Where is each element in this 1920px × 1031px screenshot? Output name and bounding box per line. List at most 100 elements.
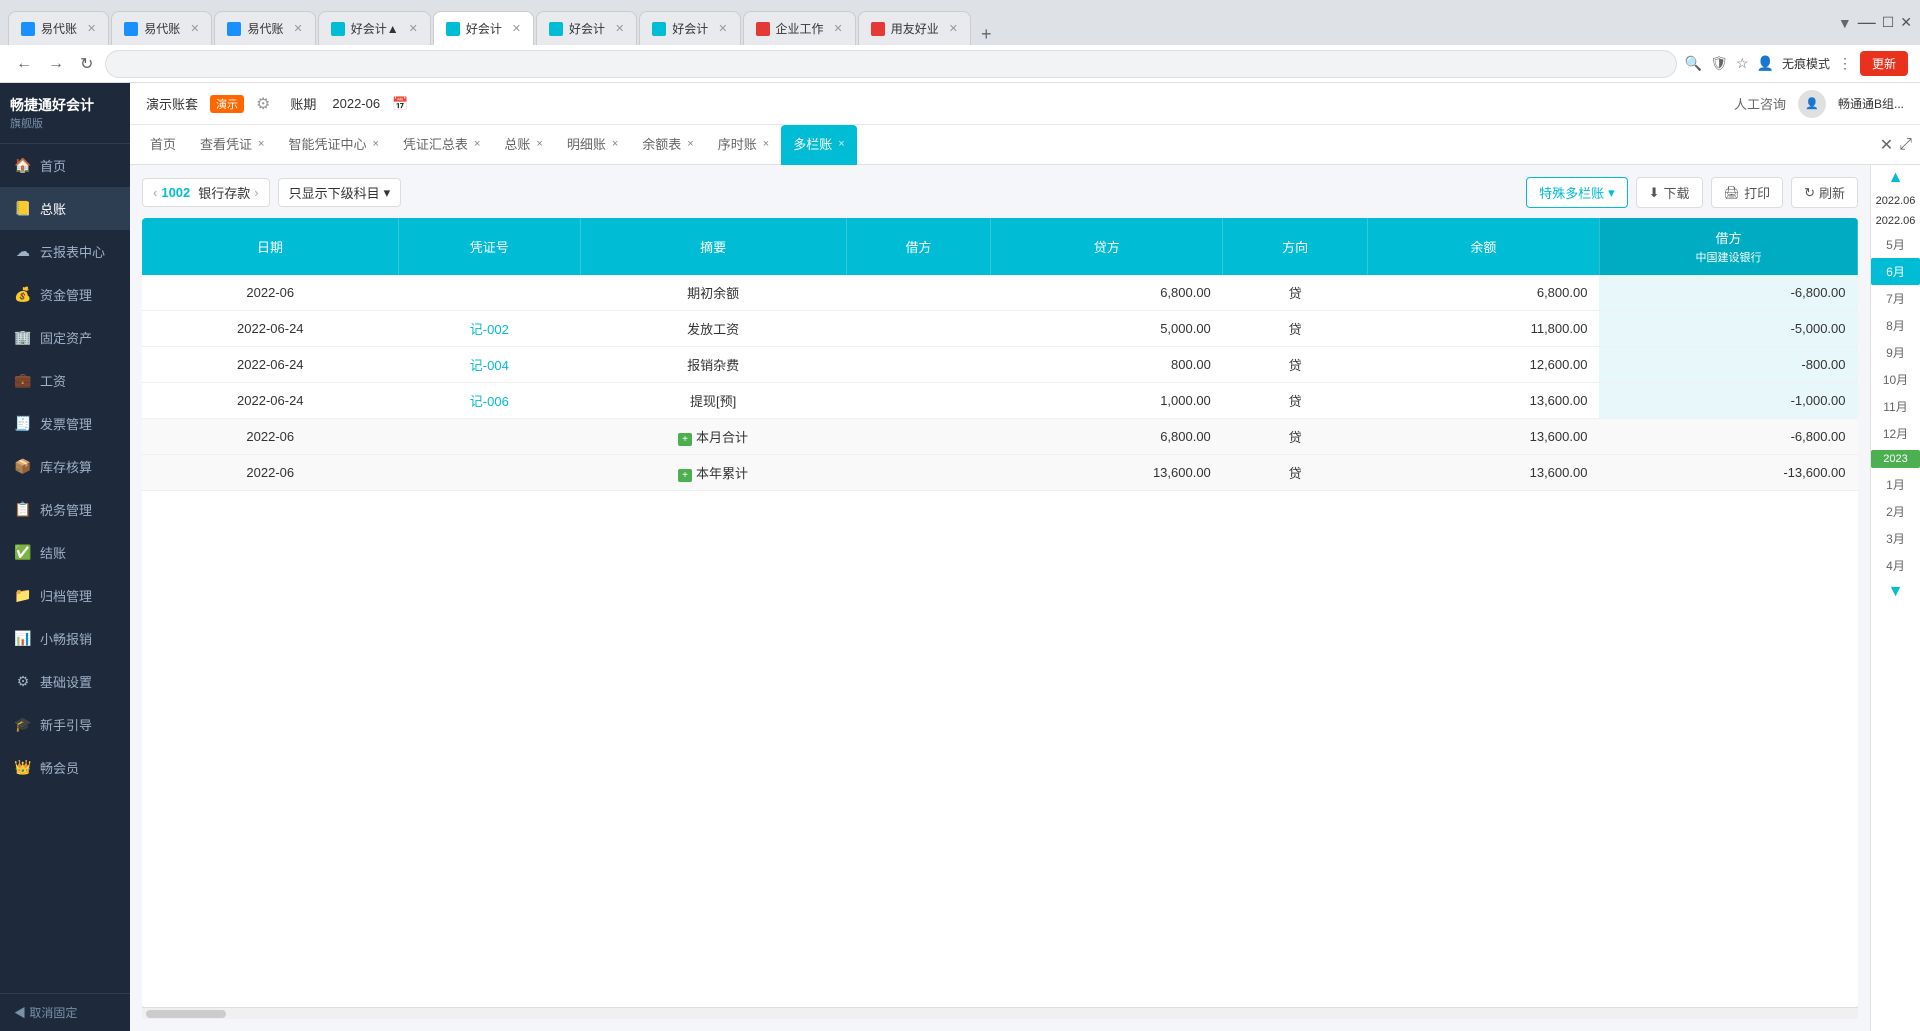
nav-item-closing[interactable]: ✅ 结账 [0,531,130,574]
scroll-thumb[interactable] [146,1010,226,1018]
browser-tab-8[interactable]: 用友好业 ✕ [858,11,971,45]
tab-smart-voucher[interactable]: 智能凭证中心 × [276,125,390,165]
dots-icon[interactable]: ⋮ [1838,55,1852,72]
tab-close-0[interactable]: ✕ [87,22,96,35]
nav-item-settings[interactable]: ⚙ 基础设置 [0,660,130,703]
download-button[interactable]: ⬇ 下载 [1636,177,1703,208]
tab-close-detail[interactable]: × [612,138,618,150]
browser-tab-7[interactable]: 企业工作 ✕ [743,11,856,45]
nav-item-member[interactable]: 👑 畅会员 [0,746,130,789]
tab-voucher-summary[interactable]: 凭证汇总表 × [391,125,492,165]
forward-button[interactable]: → [44,51,68,77]
nav-item-inventory[interactable]: 📦 库存核算 [0,445,130,488]
settings-gear-icon[interactable]: ⚙ [256,94,270,114]
timeline-up-arrow[interactable]: ▲ [1884,165,1908,191]
cell-voucher[interactable]: 记-006 [399,383,580,419]
timeline-month-10[interactable]: 10月 [1871,366,1920,393]
nav-item-expense[interactable]: 📊 小畅报销 [0,617,130,660]
cell-voucher[interactable]: 记-002 [399,311,580,347]
voucher-link[interactable]: 记-002 [470,322,509,337]
tab-close-2[interactable]: ✕ [293,22,302,35]
timeline-month-2023-3[interactable]: 3月 [1871,525,1920,552]
tab-close-voucher-view[interactable]: × [258,138,264,150]
voucher-link[interactable]: 记-006 [470,394,509,409]
tab-close-general[interactable]: × [536,138,542,150]
tab-general-ledger[interactable]: 总账 × [492,125,554,165]
timeline-month-8[interactable]: 8月 [1871,312,1920,339]
tab-close-5[interactable]: ✕ [615,22,624,35]
tab-close-balance[interactable]: × [687,138,693,150]
browser-tab-6[interactable]: 好会计 ✕ [639,11,740,45]
refresh-button[interactable]: ↻ 刷新 [1791,177,1858,208]
tab-voucher-view[interactable]: 查看凭证 × [188,125,276,165]
tab-close-3[interactable]: ✕ [409,22,418,35]
maximize-icon[interactable]: ☐ [1882,14,1895,31]
horizontal-scrollbar[interactable] [142,1007,1858,1019]
tab-close-voucher-summary[interactable]: × [474,138,480,150]
browser-tab-4[interactable]: 好会计 ✕ [433,11,534,45]
print-button[interactable]: 🖨 打印 [1711,177,1784,208]
timeline-month-5[interactable]: 5月 [1871,231,1920,258]
tab-close-1[interactable]: ✕ [190,22,199,35]
timeline-down-arrow[interactable]: ▼ [1884,579,1908,605]
next-account-btn[interactable]: › [254,185,258,200]
nav-item-invoice[interactable]: 🧾 发票管理 [0,402,130,445]
cell-voucher[interactable]: 记-004 [399,347,580,383]
browser-tab-2[interactable]: 易代账 ✕ [214,11,315,45]
tab-home[interactable]: 首页 [138,125,188,165]
nav-item-ledger[interactable]: 📒 总账 [0,187,130,230]
nav-item-archive[interactable]: 📁 归档管理 [0,574,130,617]
profile-icon[interactable]: 👤 [1757,55,1774,72]
browser-tab-0[interactable]: 易代账 ✕ [8,11,109,45]
back-button[interactable]: ← [12,51,36,77]
address-input[interactable]: cloud2.chanjet.com/accounting/uh26t264j5… [105,50,1676,78]
nav-item-guide[interactable]: 🎓 新手引导 [0,703,130,746]
nav-item-tax[interactable]: 📋 税务管理 [0,488,130,531]
new-tab-button[interactable]: + [973,24,1000,45]
nav-item-salary[interactable]: 💼 工资 [0,359,130,402]
tab-multi-column[interactable]: 多栏账 × [781,125,856,165]
special-ledger-button[interactable]: 特殊多栏账 ▾ [1526,177,1628,208]
minimize-icon[interactable]: — [1858,12,1876,33]
timeline-month-11[interactable]: 11月 [1871,393,1920,420]
nav-item-assets[interactable]: 🏢 固定资产 [0,316,130,359]
close-icon[interactable]: ✕ [1900,14,1912,31]
calendar-icon[interactable]: 📅 [392,96,408,112]
timeline-month-12[interactable]: 12月 [1871,420,1920,447]
close-panel-button[interactable]: ✕ [1880,135,1893,155]
tab-close-chrono[interactable]: × [763,138,769,150]
nav-item-home[interactable]: 🏠 首页 [0,144,130,187]
tab-close-7[interactable]: ✕ [834,22,843,35]
timeline-month-2023-1[interactable]: 1月 [1871,471,1920,498]
timeline-month-7[interactable]: 7月 [1871,285,1920,312]
tab-close-4[interactable]: ✕ [512,22,521,35]
tab-close-8[interactable]: ✕ [949,22,958,35]
tab-list-icon[interactable]: ▼ [1838,15,1852,31]
reload-button[interactable]: ↻ [76,50,97,78]
account-code: 1002 [161,185,190,200]
browser-tab-1[interactable]: 易代账 ✕ [111,11,212,45]
filter-dropdown[interactable]: 只显示下级科目 ▾ [278,178,402,207]
timeline-month-9[interactable]: 9月 [1871,339,1920,366]
prev-account-btn[interactable]: ‹ [153,185,157,200]
star-icon[interactable]: ☆ [1736,55,1749,72]
tab-close-smart-voucher[interactable]: × [372,138,378,150]
nav-item-funds[interactable]: 💰 资金管理 [0,273,130,316]
browser-tab-3[interactable]: 好会计▲ ✕ [318,11,431,45]
browser-tab-5[interactable]: 好会计 ✕ [536,11,637,45]
timeline-month-2023-2[interactable]: 2月 [1871,498,1920,525]
consultant-label[interactable]: 人工咨询 [1734,94,1786,113]
nav-item-reports[interactable]: ☁ 云报表中心 [0,230,130,273]
search-icon[interactable]: 🔍 [1685,55,1702,72]
voucher-link[interactable]: 记-004 [470,358,509,373]
tab-detail-ledger[interactable]: 明细账 × [555,125,630,165]
timeline-month-6[interactable]: 6月 [1871,258,1920,285]
tab-balance-sheet[interactable]: 余额表 × [630,125,705,165]
tab-close-multi[interactable]: × [838,138,844,150]
tab-chrono-ledger[interactable]: 序时账 × [706,125,781,165]
timeline-month-2023-4[interactable]: 4月 [1871,552,1920,579]
tab-close-6[interactable]: ✕ [718,22,727,35]
update-button[interactable]: 更新 [1860,51,1908,76]
expand-panel-button[interactable]: ⤢ [1899,135,1912,155]
sidebar-unpin[interactable]: ◀ 取消固定 [0,993,130,1031]
